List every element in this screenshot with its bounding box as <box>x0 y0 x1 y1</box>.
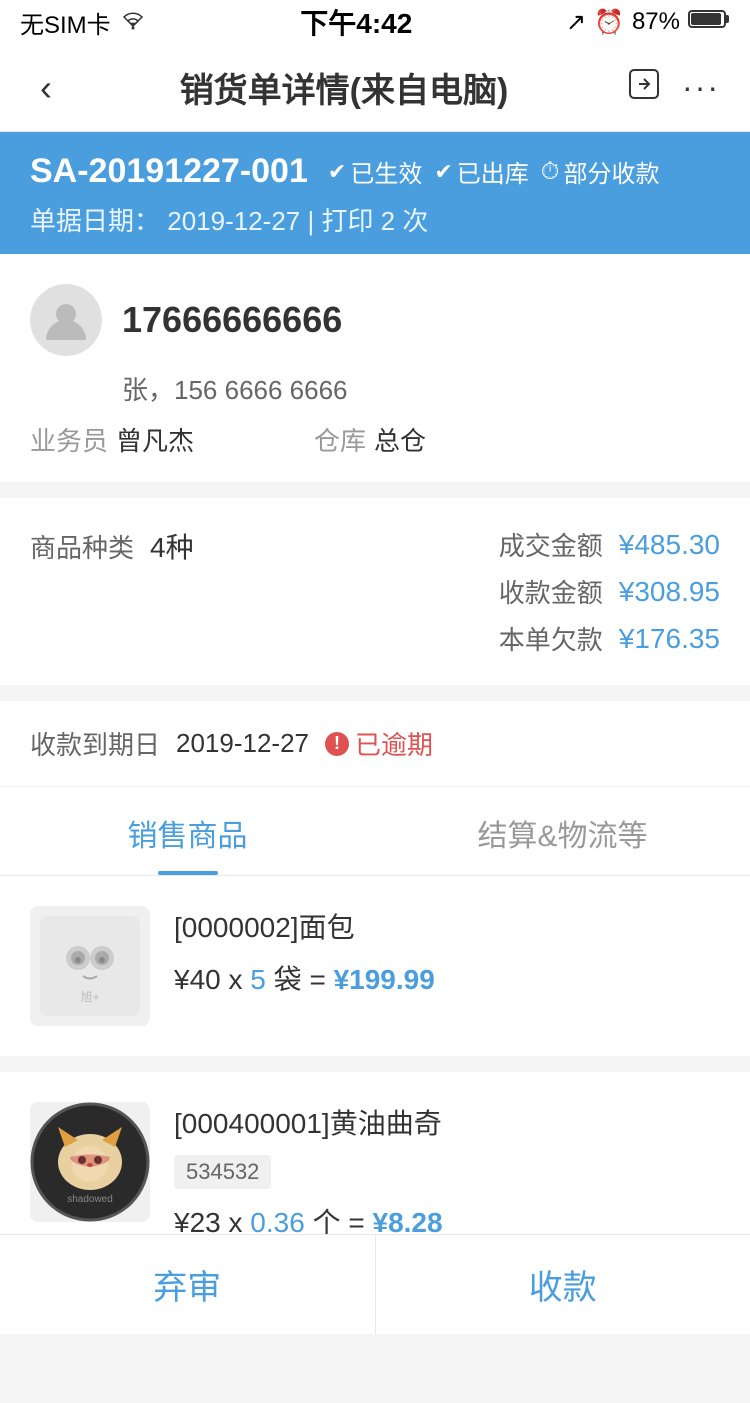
salesperson-value: 曾凡杰 <box>116 421 194 458</box>
price-unit-1: 袋 <box>274 964 302 995</box>
warehouse-label: 仓库 <box>314 421 366 458</box>
price-qty-1: 5 <box>250 964 266 995</box>
customer-info: 业务员 曾凡杰 仓库 总仓 <box>30 421 720 458</box>
status-badges: ✔ 已生效 ✔ 已出库 ⏱ 部分收款 <box>328 154 660 189</box>
product-type-label: 商品种类 <box>30 528 134 565</box>
tab-settlement[interactable]: 结算&物流等 <box>375 787 750 875</box>
nav-bar: ‹ 销货单详情(来自电脑) ··· <box>0 44 750 132</box>
check-icon-2: ✔ <box>434 159 452 185</box>
badge-partial: ⏱ 部分收款 <box>541 154 660 189</box>
product-name-2: [000400001]黄油曲奇 <box>174 1102 720 1142</box>
tabs: 销售商品 结算&物流等 <box>0 787 750 876</box>
product-info-2: [000400001]黄油曲奇 534532 ¥23 x 0.36 个 = ¥8… <box>174 1102 720 1241</box>
print-info: | 打印 2 次 <box>307 206 428 236</box>
summary-left: 商品种类 4种 <box>30 526 194 657</box>
bottom-bar: 弃审 收款 <box>0 1234 750 1334</box>
product-type-value: 4种 <box>150 526 194 566</box>
status-right: ↗ ⏰ 87% <box>566 8 730 37</box>
share-icon[interactable] <box>626 66 662 110</box>
collect-button[interactable]: 收款 <box>376 1235 750 1334</box>
clock-icon: ⏱ <box>541 158 560 186</box>
location-icon: ↗ <box>566 8 586 37</box>
banner-row1: SA-20191227-001 ✔ 已生效 ✔ 已出库 ⏱ 部分收款 <box>30 152 720 191</box>
overdue-badge: ! 已逾期 <box>325 725 433 762</box>
product-item-1: 旭+ [0000002]面包 ¥40 x 5 袋 = ¥199.99 <box>0 876 750 1056</box>
customer-row: 17666666666 <box>30 284 720 356</box>
summary-section: 商品种类 4种 成交金额 ¥485.30 收款金额 ¥308.95 本单欠款 ¥… <box>0 498 750 685</box>
battery-text: 87% <box>632 8 680 36</box>
warehouse-item: 仓库 总仓 <box>314 421 426 458</box>
product-info-1: [0000002]面包 ¥40 x 5 袋 = ¥199.99 <box>174 906 720 998</box>
back-button[interactable]: ‹ <box>30 57 62 119</box>
product-thumb-1: 旭+ <box>30 906 150 1026</box>
warehouse-value: 总仓 <box>374 421 426 458</box>
customer-contact: 张，156 6666 6666 <box>122 370 720 407</box>
banner-row2: 单据日期： 2019-12-27 | 打印 2 次 <box>30 201 720 238</box>
check-icon-1: ✔ <box>328 159 346 185</box>
header-banner: SA-20191227-001 ✔ 已生效 ✔ 已出库 ⏱ 部分收款 单据日期：… <box>0 132 750 254</box>
date-label: 单据日期： <box>30 206 160 236</box>
carrier-text: 无SIM卡 <box>20 5 111 40</box>
order-id: SA-20191227-001 <box>30 152 308 191</box>
avatar <box>30 284 102 356</box>
salesperson-item: 业务员 曾凡杰 <box>30 421 194 458</box>
svg-text:旭+: 旭+ <box>80 990 99 1004</box>
overdue-text: 已逾期 <box>355 725 433 762</box>
price-x-1: x <box>229 964 251 995</box>
product-list: 旭+ [0000002]面包 ¥40 x 5 袋 = ¥199.99 <box>0 876 750 1271</box>
nav-actions: ··· <box>626 66 720 110</box>
wifi-icon <box>119 8 147 37</box>
customer-section: 17666666666 张，156 6666 6666 业务员 曾凡杰 仓库 总… <box>0 254 750 482</box>
alarm-icon: ⏰ <box>594 8 624 37</box>
product-name-1: [0000002]面包 <box>174 906 720 946</box>
debt-label: 本单欠款 <box>499 620 603 657</box>
status-time: 下午4:42 <box>300 2 412 42</box>
received-value: ¥308.95 <box>619 576 720 608</box>
due-label: 收款到期日 <box>30 725 160 762</box>
price-base-1: ¥40 <box>174 964 221 995</box>
badge-effective: ✔ 已生效 <box>328 154 422 189</box>
status-left: 无SIM卡 <box>20 5 147 40</box>
received-item: 收款金额 ¥308.95 <box>499 573 720 610</box>
customer-phone: 17666666666 <box>122 299 342 341</box>
overdue-icon: ! <box>325 732 349 756</box>
debt-value: ¥176.35 <box>619 623 720 655</box>
debt-item: 本单欠款 ¥176.35 <box>499 620 720 657</box>
received-label: 收款金额 <box>499 573 603 610</box>
due-section: 收款到期日 2019-12-27 ! 已逾期 <box>0 701 750 787</box>
amount-item: 成交金额 ¥485.30 <box>499 526 720 563</box>
salesperson-label: 业务员 <box>30 421 108 458</box>
price-eq-1: = <box>309 964 333 995</box>
tab-products[interactable]: 销售商品 <box>0 787 375 875</box>
svg-text:shadowed: shadowed <box>67 1194 113 1205</box>
battery-icon <box>688 8 730 37</box>
product-price-1: ¥40 x 5 袋 = ¥199.99 <box>174 958 720 998</box>
price-total-1: ¥199.99 <box>334 964 435 995</box>
page-title: 销货单详情(来自电脑) <box>180 63 509 112</box>
product-type-item: 商品种类 4种 <box>30 526 194 566</box>
amount-value: ¥485.30 <box>619 529 720 561</box>
summary-right: 成交金额 ¥485.30 收款金额 ¥308.95 本单欠款 ¥176.35 <box>499 526 720 657</box>
more-icon[interactable]: ··· <box>682 69 720 106</box>
summary-grid: 商品种类 4种 成交金额 ¥485.30 收款金额 ¥308.95 本单欠款 ¥… <box>30 526 720 657</box>
amount-label: 成交金额 <box>499 526 603 563</box>
due-date-value: 2019-12-27 <box>176 728 309 759</box>
product-thumb-2: shadowed <box>30 1102 150 1222</box>
badge-shipped: ✔ 已出库 <box>434 154 528 189</box>
product-sku-2: 534532 <box>174 1155 271 1189</box>
date-value: 2019-12-27 <box>167 206 300 236</box>
abandon-button[interactable]: 弃审 <box>0 1235 376 1334</box>
status-bar: 无SIM卡 下午4:42 ↗ ⏰ 87% <box>0 0 750 44</box>
